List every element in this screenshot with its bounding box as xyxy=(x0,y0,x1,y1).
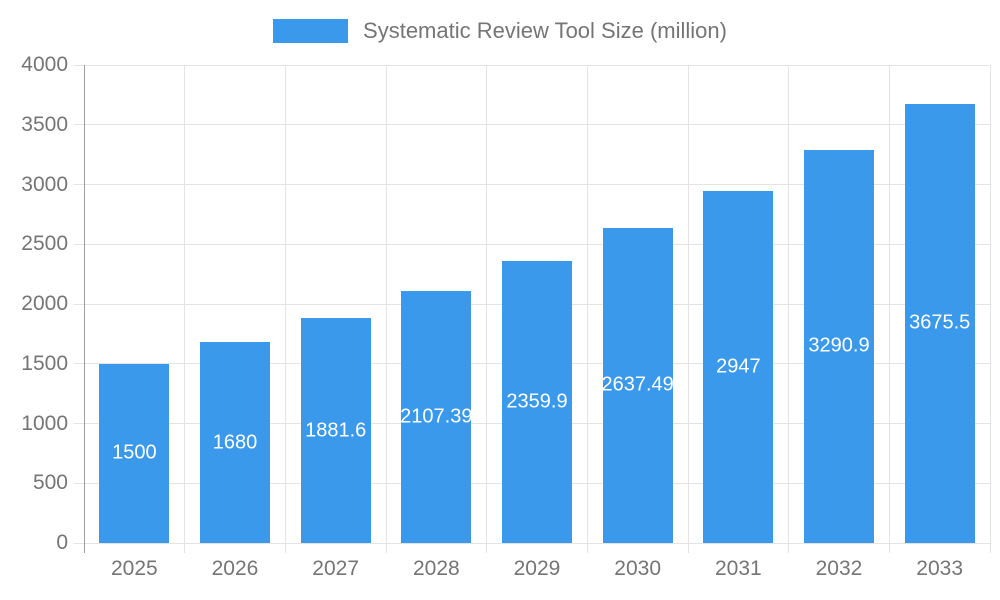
y-tick-label: 3500 xyxy=(21,112,68,136)
y-tick-label: 0 xyxy=(56,531,68,554)
x-gridline xyxy=(586,65,588,553)
legend-swatch xyxy=(273,19,349,43)
x-gridline xyxy=(888,65,890,553)
legend[interactable]: Systematic Review Tool Size (million) xyxy=(0,18,1000,44)
legend-label: Systematic Review Tool Size (million) xyxy=(363,18,727,43)
x-tick-label: 2031 xyxy=(714,557,762,580)
y-tick-label: 2500 xyxy=(21,232,68,256)
y-tick xyxy=(74,482,84,484)
bar-value-label: 2947 xyxy=(716,355,761,378)
x-gridline xyxy=(989,65,991,553)
y-tick xyxy=(74,184,84,185)
x-gridline xyxy=(184,65,186,553)
bar-value-label: 2637.49 xyxy=(602,373,673,396)
bar-value-label: 1881.6 xyxy=(305,419,367,442)
x-gridline xyxy=(385,65,387,553)
y-tick xyxy=(74,124,84,126)
y-tick xyxy=(74,243,84,245)
x-tick-label: 2028 xyxy=(412,557,460,580)
plot-area: 0 500 1000 1500 2000 2500 3000 3500 4000 1500 2025… xyxy=(21,54,991,580)
x-tick-label: 2033 xyxy=(916,557,964,580)
bar-value-label: 1500 xyxy=(112,441,157,464)
y-tick xyxy=(74,423,84,424)
y-tick-label: 1000 xyxy=(21,411,68,435)
bar[interactable]: 3290.9 xyxy=(804,149,874,543)
bar[interactable]: 1680 xyxy=(200,342,270,543)
x-tick-label: 2032 xyxy=(815,557,863,580)
bar[interactable]: 2947 xyxy=(703,190,774,543)
y-tick-label: 3000 xyxy=(21,172,68,196)
bar[interactable]: 3675.5 xyxy=(904,103,975,543)
x-gridline xyxy=(486,65,488,553)
y-gridline xyxy=(84,124,990,126)
x-tick-label: 2030 xyxy=(614,557,662,580)
x-gridline xyxy=(687,65,689,553)
y-tick-label: 4000 xyxy=(21,53,68,76)
bar-value-label: 2359.9 xyxy=(506,390,568,413)
y-tick xyxy=(74,542,84,544)
x-tick-label: 2026 xyxy=(211,557,259,580)
bar[interactable]: 1500 xyxy=(99,363,170,543)
x-gridline xyxy=(788,65,790,553)
bar[interactable]: 2107.39 xyxy=(401,291,472,543)
y-axis-line xyxy=(83,65,85,553)
bar-value-label: 3290.9 xyxy=(808,334,870,357)
y-tick xyxy=(74,303,84,305)
y-tick xyxy=(74,64,84,66)
y-tick-label: 1500 xyxy=(21,351,68,375)
y-gridline xyxy=(84,64,990,66)
y-tick-label: 2000 xyxy=(21,292,68,315)
bar[interactable]: 2637.49 xyxy=(602,227,673,543)
bar-value-label: 2107.39 xyxy=(401,405,472,428)
y-tick-label: 500 xyxy=(32,471,68,495)
bar[interactable]: 2359.9 xyxy=(502,261,572,543)
x-tick-label: 2029 xyxy=(513,557,561,580)
bar[interactable]: 1881.6 xyxy=(300,318,371,543)
x-tick-label: 2025 xyxy=(110,557,158,580)
x-gridline xyxy=(284,65,286,553)
x-tick-label: 2027 xyxy=(312,557,360,580)
bar-value-label: 3675.5 xyxy=(909,311,971,334)
y-tick xyxy=(74,363,84,365)
bar-value-label: 1680 xyxy=(212,431,258,454)
